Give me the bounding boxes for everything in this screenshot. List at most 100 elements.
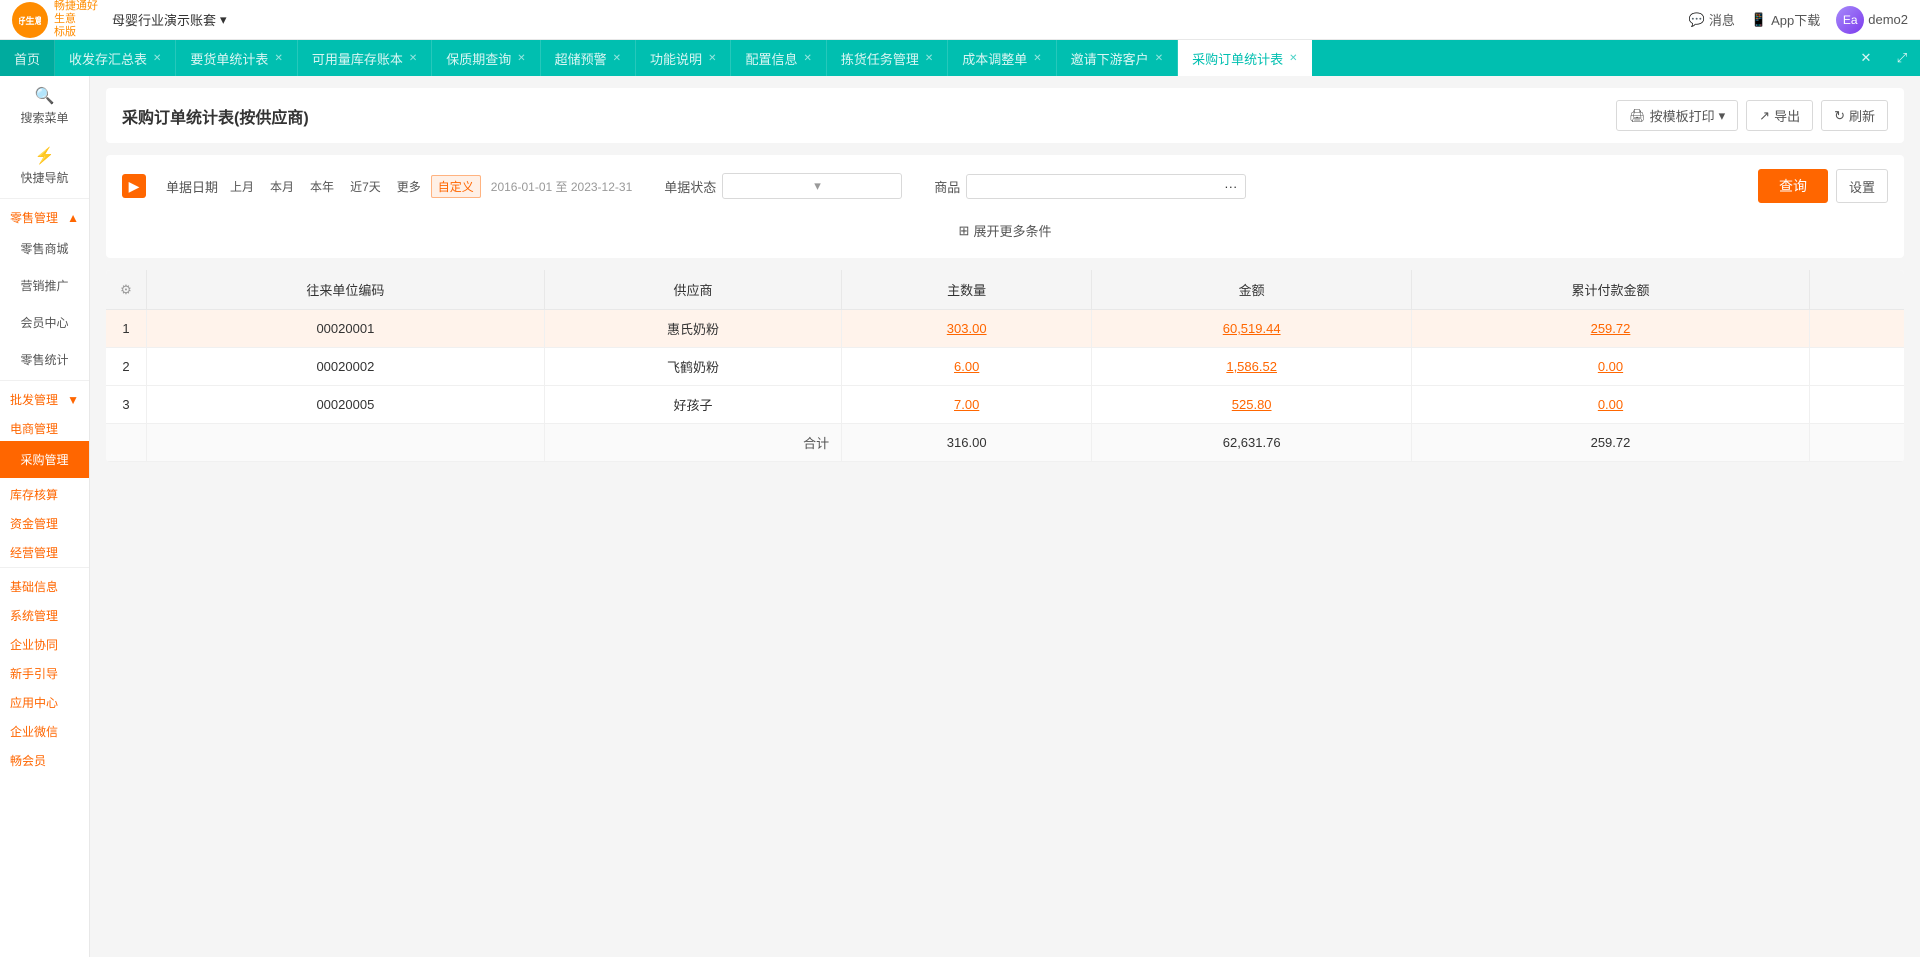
close-window-btn[interactable]: ✕ — [1848, 40, 1884, 76]
amount-link[interactable]: 525.80 — [1232, 397, 1272, 412]
tab-pick-task[interactable]: 拣货任务管理 ✕ — [827, 40, 948, 76]
cell-extra — [1809, 386, 1904, 424]
sidebar-section-enterprise-wechat[interactable]: 企业微信 — [0, 715, 89, 744]
quantity-link[interactable]: 6.00 — [954, 359, 979, 374]
close-icon[interactable]: ✕ — [613, 53, 621, 64]
close-icon[interactable]: ✕ — [803, 53, 811, 64]
close-icon[interactable]: ✕ — [517, 53, 525, 64]
sidebar-divider-2 — [0, 380, 89, 381]
settings-button[interactable]: 设置 — [1836, 169, 1888, 203]
app-download-btn[interactable]: 📱 App下载 — [1751, 10, 1820, 29]
cell-amount: 60,519.44 — [1092, 310, 1412, 348]
th-quantity: 主数量 — [842, 270, 1092, 310]
shortcut-last-month[interactable]: 上月 — [224, 176, 260, 197]
th-code: 往来单位编码 — [147, 270, 545, 310]
shortcut-7days[interactable]: 近7天 — [344, 176, 387, 197]
expand-more-btn[interactable]: ⊞ 展开更多条件 — [951, 217, 1060, 244]
tab-expiry-query[interactable]: 保质期查询 ✕ — [432, 40, 540, 76]
sidebar-item-member-center[interactable]: 会员中心 — [0, 304, 89, 341]
sidebar-section-system[interactable]: 系统管理 — [0, 599, 89, 628]
sidebar-section-basic-info[interactable]: 基础信息 — [0, 570, 89, 599]
tab-collect-pay[interactable]: 收发存汇总表 ✕ — [55, 40, 176, 76]
footer-extra — [1809, 424, 1904, 462]
logo-area: 好生意 畅捷通好生意 标版 — [12, 0, 102, 39]
sidebar-section-newbie[interactable]: 新手引导 — [0, 657, 89, 686]
sidebar-item-marketing[interactable]: 营销推广 — [0, 267, 89, 304]
filter-toggle-btn[interactable]: ▶ — [122, 174, 146, 198]
amount-link[interactable]: 1,586.52 — [1226, 359, 1277, 374]
cell-supplier: 飞鹤奶粉 — [544, 348, 841, 386]
quantity-link[interactable]: 7.00 — [954, 397, 979, 412]
close-icon[interactable]: ✕ — [1289, 53, 1297, 64]
message-btn[interactable]: 💬 消息 — [1689, 10, 1735, 29]
sidebar-section-app-center[interactable]: 应用中心 — [0, 686, 89, 715]
sidebar-section-inventory[interactable]: 库存核算 — [0, 478, 89, 507]
sidebar-section-ops[interactable]: 经营管理 — [0, 536, 89, 565]
tab-config-info[interactable]: 配置信息 ✕ — [731, 40, 826, 76]
tab-invite-downstream[interactable]: 邀请下游客户 ✕ — [1057, 40, 1178, 76]
cell-supplier: 惠氏奶粉 — [544, 310, 841, 348]
paid-link[interactable]: 259.72 — [1591, 321, 1631, 336]
close-icon[interactable]: ✕ — [708, 53, 716, 64]
close-icon[interactable]: ✕ — [153, 53, 161, 64]
sidebar-section-finance[interactable]: 资金管理 — [0, 507, 89, 536]
org-selector[interactable]: 母婴行业演示账套 ▾ — [112, 10, 227, 29]
shortcut-this-year[interactable]: 本年 — [304, 176, 340, 197]
footer-empty-2 — [147, 424, 545, 462]
sidebar-section-enterprise[interactable]: 企业协同 — [0, 628, 89, 657]
sidebar-section-ecommerce[interactable]: 电商管理 — [0, 412, 89, 441]
tab-available-stock[interactable]: 可用量库存账本 ✕ — [298, 40, 432, 76]
sidebar-item-search[interactable]: 🔍 搜索菜单 — [0, 76, 89, 136]
shortcut-this-month[interactable]: 本月 — [264, 176, 300, 197]
chevron-icon: ▲ — [67, 211, 79, 225]
tab-order-stat[interactable]: 要货单统计表 ✕ — [176, 40, 297, 76]
sidebar-item-retail-stat[interactable]: 零售统计 — [0, 341, 89, 378]
sidebar-item-quick-nav[interactable]: ⚡ 快捷导航 — [0, 136, 89, 196]
table-header-row: ⚙ 往来单位编码 供应商 主数量 金额 累计付款金额 — [106, 270, 1904, 310]
goods-input[interactable]: ··· — [966, 174, 1246, 199]
sidebar-item-purchase[interactable]: 采购管理 — [0, 441, 89, 478]
filter-area: ▶ 单据日期 上月 本月 本年 近7天 更多 自定义 2016-01-01 — [106, 155, 1904, 258]
chevron-icon: ▼ — [67, 393, 79, 407]
date-label: 单据日期 — [166, 177, 218, 196]
sidebar-item-retail-store[interactable]: 零售商城 — [0, 230, 89, 267]
th-amount: 金额 — [1092, 270, 1412, 310]
tab-purchase-stat[interactable]: 采购订单统计表 ✕ — [1178, 40, 1312, 76]
top-right-area: 💬 消息 📱 App下载 Ea demo2 — [1689, 6, 1908, 34]
cell-quantity: 6.00 — [842, 348, 1092, 386]
sidebar-section-retail[interactable]: 零售管理 ▲ — [0, 201, 89, 230]
user-avatar[interactable]: Ea demo2 — [1836, 6, 1908, 34]
data-table: ⚙ 往来单位编码 供应商 主数量 金额 累计付款金额 1 — [106, 270, 1904, 462]
query-button[interactable]: 查询 — [1758, 169, 1828, 203]
tab-home[interactable]: 首页 — [0, 40, 55, 76]
paid-link[interactable]: 0.00 — [1598, 359, 1623, 374]
cell-code: 00020005 — [147, 386, 545, 424]
close-icon[interactable]: ✕ — [274, 53, 282, 64]
paid-link[interactable]: 0.00 — [1598, 397, 1623, 412]
close-icon[interactable]: ✕ — [409, 53, 417, 64]
cell-paid: 0.00 — [1412, 348, 1810, 386]
close-icon[interactable]: ✕ — [1033, 53, 1041, 64]
table-row: 1 00020001 惠氏奶粉 303.00 60,519.44 259.72 — [106, 310, 1904, 348]
tab-cost-adjust[interactable]: 成本调整单 ✕ — [948, 40, 1056, 76]
close-icon[interactable]: ✕ — [1155, 53, 1163, 64]
status-select[interactable]: ▾ — [722, 173, 902, 199]
top-bar: 好生意 畅捷通好生意 标版 母婴行业演示账套 ▾ 💬 消息 📱 App下载 Ea… — [0, 0, 1920, 40]
filter-status-group: 单据状态 ▾ — [664, 173, 902, 199]
amount-link[interactable]: 60,519.44 — [1223, 321, 1281, 336]
quantity-link[interactable]: 303.00 — [947, 321, 987, 336]
tab-function-desc[interactable]: 功能说明 ✕ — [636, 40, 731, 76]
maximize-btn[interactable]: ⤢ — [1884, 40, 1920, 76]
sidebar-section-wholesale[interactable]: 批发管理 ▼ — [0, 383, 89, 412]
goods-search-input[interactable] — [975, 179, 1220, 194]
sidebar-section-vip[interactable]: 畅会员 — [0, 744, 89, 773]
nav-tabs: 首页 收发存汇总表 ✕ 要货单统计表 ✕ 可用量库存账本 ✕ 保质期查询 ✕ 超… — [0, 40, 1920, 76]
settings-icon[interactable]: ⚙ — [118, 282, 134, 298]
shortcut-custom[interactable]: 自定义 — [431, 175, 481, 198]
tab-overstock[interactable]: 超储预警 ✕ — [541, 40, 636, 76]
close-icon[interactable]: ✕ — [925, 53, 933, 64]
shortcut-more[interactable]: 更多 — [391, 176, 427, 197]
export-button[interactable]: ↗ 导出 — [1746, 100, 1813, 131]
print-button[interactable]: 🖨 按模板打印 ▾ — [1616, 100, 1738, 131]
refresh-button[interactable]: ↻ 刷新 — [1821, 100, 1888, 131]
